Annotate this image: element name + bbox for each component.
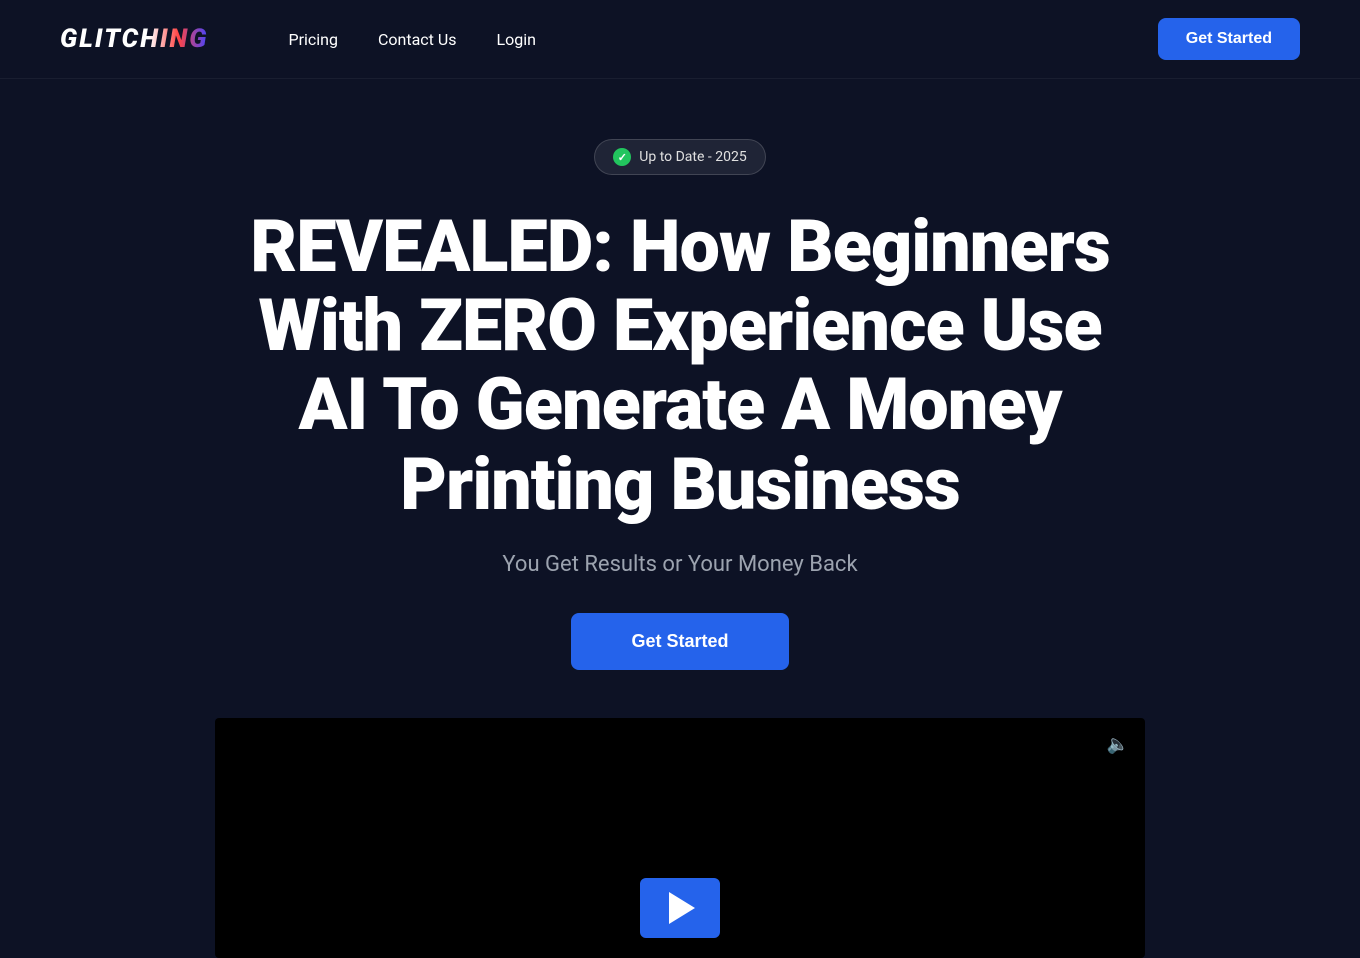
badge: Up to Date - 2025 <box>594 139 765 175</box>
hero-title-text: REVEALED: How Beginners With ZERO Experi… <box>250 204 1110 527</box>
nav-link-login[interactable]: Login <box>497 30 536 49</box>
navbar-nav: Pricing Contact Us Login <box>288 30 535 49</box>
get-started-nav-button[interactable]: Get Started <box>1158 18 1300 60</box>
video-player[interactable]: 🔈 <box>215 718 1145 958</box>
hero-subtitle: You Get Results or Your Money Back <box>502 552 857 577</box>
navbar-right: Get Started <box>1158 18 1300 60</box>
play-icon <box>669 892 695 924</box>
logo-text: GLITCHING <box>60 24 208 54</box>
nav-link-contact[interactable]: Contact Us <box>378 30 457 49</box>
badge-check-icon <box>613 148 631 166</box>
navbar: GLITCHING Pricing Contact Us Login Get S… <box>0 0 1360 79</box>
logo: GLITCHING <box>60 24 208 54</box>
badge-text: Up to Date - 2025 <box>639 149 746 165</box>
nav-link-pricing[interactable]: Pricing <box>288 30 338 49</box>
hero-section: Up to Date - 2025 REVEALED: How Beginner… <box>0 79 1360 958</box>
get-started-hero-button[interactable]: Get Started <box>571 613 788 670</box>
play-button[interactable] <box>640 878 720 938</box>
volume-icon[interactable]: 🔈 <box>1107 734 1129 755</box>
navbar-left: GLITCHING Pricing Contact Us Login <box>60 24 536 54</box>
hero-title: REVEALED: How Beginners With ZERO Experi… <box>230 207 1130 524</box>
